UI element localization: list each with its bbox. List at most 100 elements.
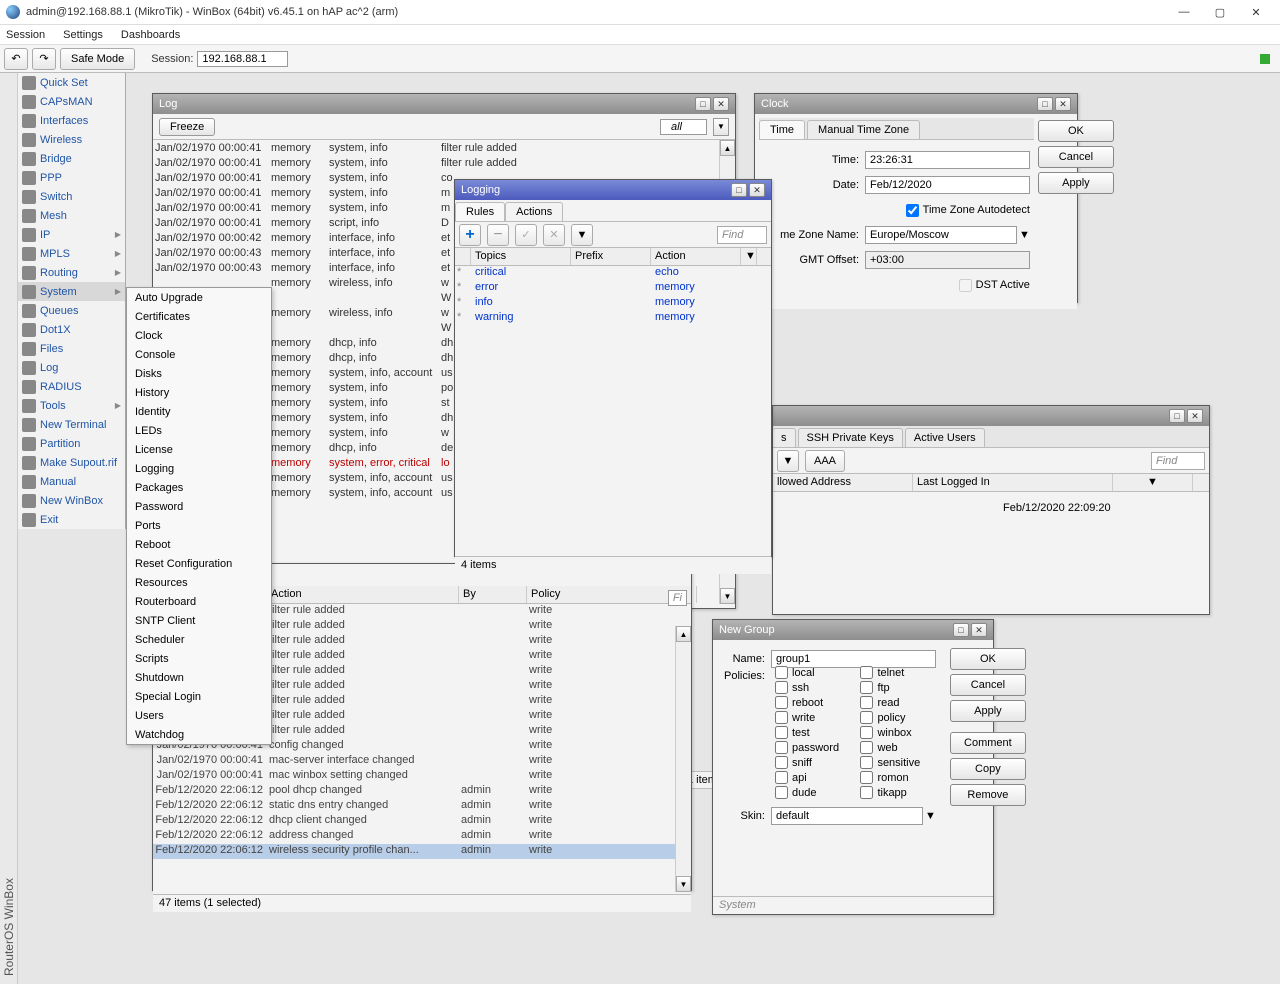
col-dropdown-icon[interactable]: ▼ <box>1113 474 1193 491</box>
policy-test[interactable]: test <box>775 726 850 739</box>
submenu-logging[interactable]: Logging <box>127 459 271 478</box>
policy-web-checkbox[interactable] <box>860 741 873 754</box>
nav-wireless[interactable]: Wireless <box>18 130 125 149</box>
submenu-disks[interactable]: Disks <box>127 364 271 383</box>
nav-exit[interactable]: Exit <box>18 510 125 529</box>
clock-max-icon[interactable]: □ <box>1037 97 1053 111</box>
submenu-history[interactable]: History <box>127 383 271 402</box>
add-icon[interactable]: + <box>459 224 481 246</box>
policy-romon-checkbox[interactable] <box>860 771 873 784</box>
submenu-leds[interactable]: LEDs <box>127 421 271 440</box>
newgroup-max-icon[interactable]: □ <box>953 623 969 637</box>
nav-capsman[interactable]: CAPsMAN <box>18 92 125 111</box>
log-row[interactable]: Jan/02/1970 00:00:41memorysystem, infofi… <box>153 140 735 155</box>
nav-make-supout-rif[interactable]: Make Supout.rif <box>18 453 125 472</box>
tab-partial-s[interactable]: s <box>773 428 796 447</box>
minimize-button[interactable]: — <box>1166 1 1202 23</box>
policy-sensitive-checkbox[interactable] <box>860 756 873 769</box>
submenu-auto-upgrade[interactable]: Auto Upgrade <box>127 288 271 307</box>
submenu-password[interactable]: Password <box>127 497 271 516</box>
session-field[interactable]: 192.168.88.1 <box>197 51 287 67</box>
time-input[interactable] <box>865 151 1030 169</box>
col-topics[interactable]: Topics <box>471 248 571 265</box>
col-lastlogin[interactable]: Last Logged In <box>913 474 1113 491</box>
submenu-users[interactable]: Users <box>127 706 271 725</box>
disable-icon[interactable]: ✕ <box>543 224 565 246</box>
safe-mode-button[interactable]: Safe Mode <box>60 48 135 70</box>
policy-dude-checkbox[interactable] <box>775 786 788 799</box>
nav-new-terminal[interactable]: New Terminal <box>18 415 125 434</box>
submenu-scheduler[interactable]: Scheduler <box>127 630 271 649</box>
clock-tab-tz[interactable]: Manual Time Zone <box>807 120 920 139</box>
policy-ftp-checkbox[interactable] <box>860 681 873 694</box>
date-input[interactable] <box>865 176 1030 194</box>
submenu-certificates[interactable]: Certificates <box>127 307 271 326</box>
submenu-routerboard[interactable]: Routerboard <box>127 592 271 611</box>
submenu-console[interactable]: Console <box>127 345 271 364</box>
col-h-by[interactable]: By <box>459 586 527 603</box>
history-row[interactable]: Jan/02/1970 00:00:41mac winbox setting c… <box>153 769 691 784</box>
nav-log[interactable]: Log <box>18 358 125 377</box>
tz-name-input[interactable] <box>865 226 1017 244</box>
policy-reboot[interactable]: reboot <box>775 696 850 709</box>
policy-telnet[interactable]: telnet <box>860 666 935 679</box>
logging-tab-actions[interactable]: Actions <box>505 202 563 221</box>
ng-cancel-button[interactable]: Cancel <box>950 674 1026 696</box>
nav-manual[interactable]: Manual <box>18 472 125 491</box>
ng-apply-button[interactable]: Apply <box>950 700 1026 722</box>
history-row[interactable]: Feb/12/2020 22:06:12wireless security pr… <box>153 844 691 859</box>
nav-quick-set[interactable]: Quick Set <box>18 73 125 92</box>
menu-dashboards[interactable]: Dashboards <box>121 29 180 41</box>
nav-switch[interactable]: Switch <box>18 187 125 206</box>
nav-routing[interactable]: Routing▶ <box>18 263 125 282</box>
policy-tikapp-checkbox[interactable] <box>860 786 873 799</box>
clock-apply-button[interactable]: Apply <box>1038 172 1114 194</box>
ng-remove-button[interactable]: Remove <box>950 784 1026 806</box>
policy-policy-checkbox[interactable] <box>860 711 873 724</box>
policy-ssh[interactable]: ssh <box>775 681 850 694</box>
users-max-icon[interactable]: □ <box>1169 409 1185 423</box>
history-row[interactable]: Feb/12/2020 22:06:12address changedadmin… <box>153 829 691 844</box>
policy-api-checkbox[interactable] <box>775 771 788 784</box>
submenu-resources[interactable]: Resources <box>127 573 271 592</box>
tab-active-users[interactable]: Active Users <box>905 428 985 447</box>
col-h-action[interactable]: Action <box>267 586 459 603</box>
nav-mpls[interactable]: MPLS▶ <box>18 244 125 263</box>
policy-read[interactable]: read <box>860 696 935 709</box>
nav-files[interactable]: Files <box>18 339 125 358</box>
nav-dot1x[interactable]: Dot1X <box>18 320 125 339</box>
submenu-packages[interactable]: Packages <box>127 478 271 497</box>
log-filter-dropdown-icon[interactable]: ▼ <box>713 118 729 136</box>
policy-sniff[interactable]: sniff <box>775 756 850 769</box>
logging-rule-row[interactable]: *infomemory <box>455 296 771 311</box>
policy-telnet-checkbox[interactable] <box>860 666 873 679</box>
logging-rule-row[interactable]: *errormemory <box>455 281 771 296</box>
clock-ok-button[interactable]: OK <box>1038 120 1114 142</box>
policy-local[interactable]: local <box>775 666 850 679</box>
redo-button[interactable]: ↷ <box>32 48 56 70</box>
skin-dropdown-icon[interactable]: ▼ <box>925 810 936 822</box>
policy-reboot-checkbox[interactable] <box>775 696 788 709</box>
policy-password-checkbox[interactable] <box>775 741 788 754</box>
skin-input[interactable] <box>771 807 923 825</box>
policy-api[interactable]: api <box>775 771 850 784</box>
menu-session[interactable]: Session <box>6 29 45 41</box>
aaa-button[interactable]: AAA <box>805 450 845 472</box>
freeze-button[interactable]: Freeze <box>159 118 215 136</box>
nav-tools[interactable]: Tools▶ <box>18 396 125 415</box>
tab-ssh-keys[interactable]: SSH Private Keys <box>798 428 903 447</box>
col-action[interactable]: Action <box>651 248 741 265</box>
policy-sniff-checkbox[interactable] <box>775 756 788 769</box>
policy-tikapp[interactable]: tikapp <box>860 786 935 799</box>
newgroup-close-icon[interactable]: ✕ <box>971 623 987 637</box>
col-allowed[interactable]: llowed Address <box>773 474 913 491</box>
policy-sensitive[interactable]: sensitive <box>860 756 935 769</box>
policy-write[interactable]: write <box>775 711 850 724</box>
submenu-scripts[interactable]: Scripts <box>127 649 271 668</box>
submenu-reset-configuration[interactable]: Reset Configuration <box>127 554 271 573</box>
nav-queues[interactable]: Queues <box>18 301 125 320</box>
nav-ppp[interactable]: PPP <box>18 168 125 187</box>
nav-bridge[interactable]: Bridge <box>18 149 125 168</box>
policy-winbox-checkbox[interactable] <box>860 726 873 739</box>
policy-winbox[interactable]: winbox <box>860 726 935 739</box>
